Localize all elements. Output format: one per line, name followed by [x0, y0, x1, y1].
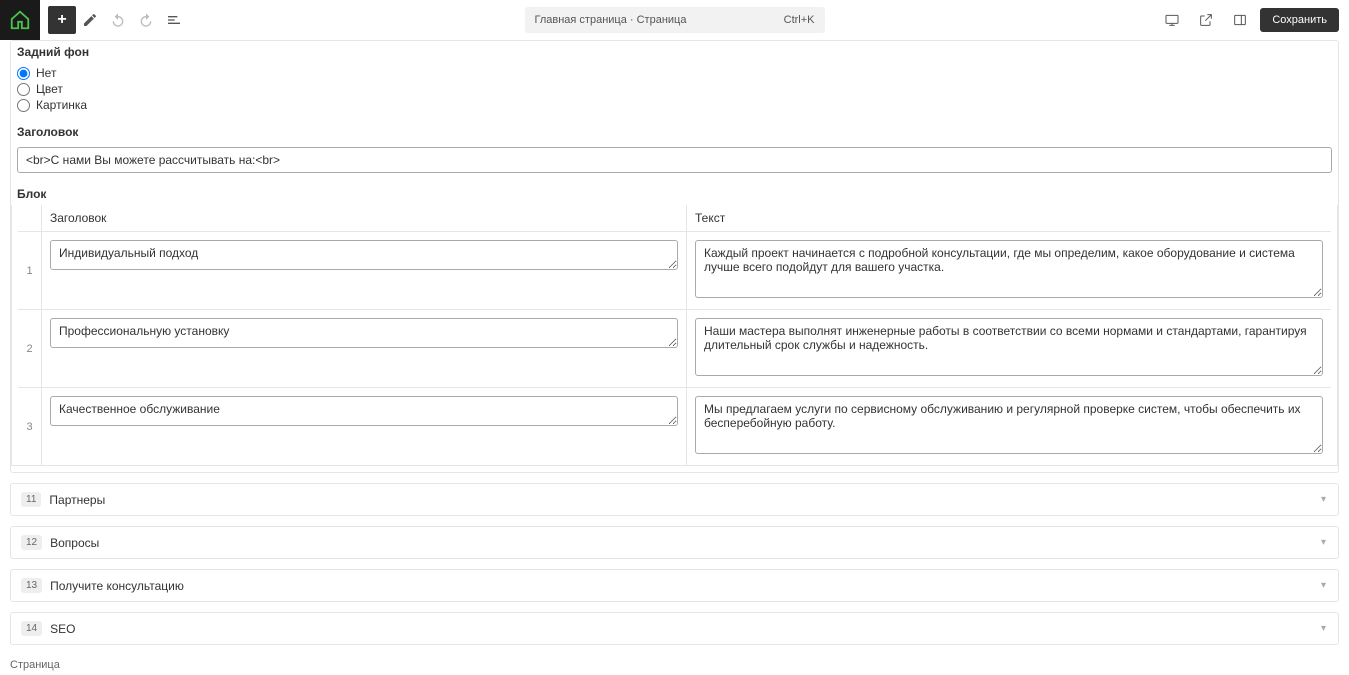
accordion-questions[interactable]: 12 Вопросы ▾ — [10, 526, 1339, 559]
table-header: Заголовок Текст — [18, 205, 1331, 232]
undo-icon — [110, 12, 126, 28]
heading-input-wrap — [11, 143, 1338, 183]
breadcrumb: Главная страница · Страница — [535, 14, 687, 26]
accordion-title: SEO — [50, 622, 75, 636]
table-row: 1 — [18, 232, 1331, 310]
row-number: 3 — [18, 388, 42, 465]
row-text-input[interactable] — [695, 396, 1323, 454]
block-section-label: Блок — [11, 183, 1338, 205]
app-logo[interactable] — [0, 0, 40, 40]
block-table: Заголовок Текст 1 2 3 — [11, 205, 1338, 466]
radio-image-input[interactable] — [17, 99, 30, 112]
heading-input[interactable] — [17, 147, 1332, 173]
home-icon — [9, 9, 31, 31]
radio-color-input[interactable] — [17, 83, 30, 96]
row-text-input[interactable] — [695, 240, 1323, 298]
accordion-number: 13 — [21, 578, 42, 593]
add-button[interactable]: + — [48, 6, 76, 34]
row-number: 2 — [18, 310, 42, 387]
accordion-title: Партнеры — [49, 493, 105, 507]
radio-color: Цвет — [17, 81, 1332, 97]
desktop-view-button[interactable] — [1158, 6, 1186, 34]
accordion-partners[interactable]: 11 Партнеры ▾ — [10, 483, 1339, 516]
th-heading: Заголовок — [42, 205, 687, 231]
background-section-label: Задний фон — [11, 41, 1338, 63]
heading-section-label: Заголовок — [11, 121, 1338, 143]
row-number: 1 — [18, 232, 42, 309]
accordion-consultation[interactable]: 13 Получите консультацию ▾ — [10, 569, 1339, 602]
row-title-input[interactable] — [50, 318, 678, 348]
undo-button[interactable] — [104, 6, 132, 34]
accordion-number: 12 — [21, 535, 42, 550]
table-row: 2 — [18, 310, 1331, 388]
edit-button[interactable] — [76, 6, 104, 34]
background-radio-group: Нет Цвет Картинка — [11, 63, 1338, 121]
accordion-title: Вопросы — [50, 536, 99, 550]
radio-color-label[interactable]: Цвет — [36, 82, 63, 96]
row-title-input[interactable] — [50, 396, 678, 426]
accordion-title: Получите консультацию — [50, 579, 184, 593]
row-text-input[interactable] — [695, 318, 1323, 376]
topbar-right: Сохранить — [1158, 6, 1349, 34]
external-link-icon — [1198, 12, 1214, 28]
table-row: 3 — [18, 388, 1331, 465]
row-title-input[interactable] — [50, 240, 678, 270]
list-icon — [166, 12, 182, 28]
sidebar-toggle-button[interactable] — [1226, 6, 1254, 34]
redo-button[interactable] — [132, 6, 160, 34]
chevron-down-icon: ▾ — [1321, 580, 1326, 591]
footer-label: Страница — [0, 655, 1349, 675]
radio-image: Картинка — [17, 97, 1332, 113]
chevron-down-icon: ▾ — [1321, 537, 1326, 548]
chevron-down-icon: ▾ — [1321, 623, 1326, 634]
radio-none-label[interactable]: Нет — [36, 66, 56, 80]
radio-none: Нет — [17, 65, 1332, 81]
breadcrumb-bar[interactable]: Главная страница · Страница Ctrl+K — [525, 7, 825, 33]
save-button[interactable]: Сохранить — [1260, 8, 1339, 32]
main-panel: Задний фон Нет Цвет Картинка Заголовок Б… — [10, 40, 1339, 473]
shortcut-hint: Ctrl+K — [784, 14, 815, 26]
desktop-icon — [1164, 12, 1180, 28]
pencil-icon — [82, 12, 98, 28]
redo-icon — [138, 12, 154, 28]
th-num — [18, 205, 42, 231]
main-content: Задний фон Нет Цвет Картинка Заголовок Б… — [0, 40, 1349, 645]
topbar: + Главная страница · Страница Ctrl+K Сох… — [0, 0, 1349, 40]
topbar-left: + — [0, 0, 188, 40]
external-link-button[interactable] — [1192, 6, 1220, 34]
th-text: Текст — [687, 205, 1331, 231]
radio-none-input[interactable] — [17, 67, 30, 80]
accordion-seo[interactable]: 14 SEO ▾ — [10, 612, 1339, 645]
accordion-number: 11 — [21, 492, 41, 507]
panel-icon — [1232, 12, 1248, 28]
plus-icon: + — [57, 11, 66, 29]
radio-image-label[interactable]: Картинка — [36, 98, 87, 112]
chevron-down-icon: ▾ — [1321, 494, 1326, 505]
accordion-number: 14 — [21, 621, 42, 636]
list-button[interactable] — [160, 6, 188, 34]
